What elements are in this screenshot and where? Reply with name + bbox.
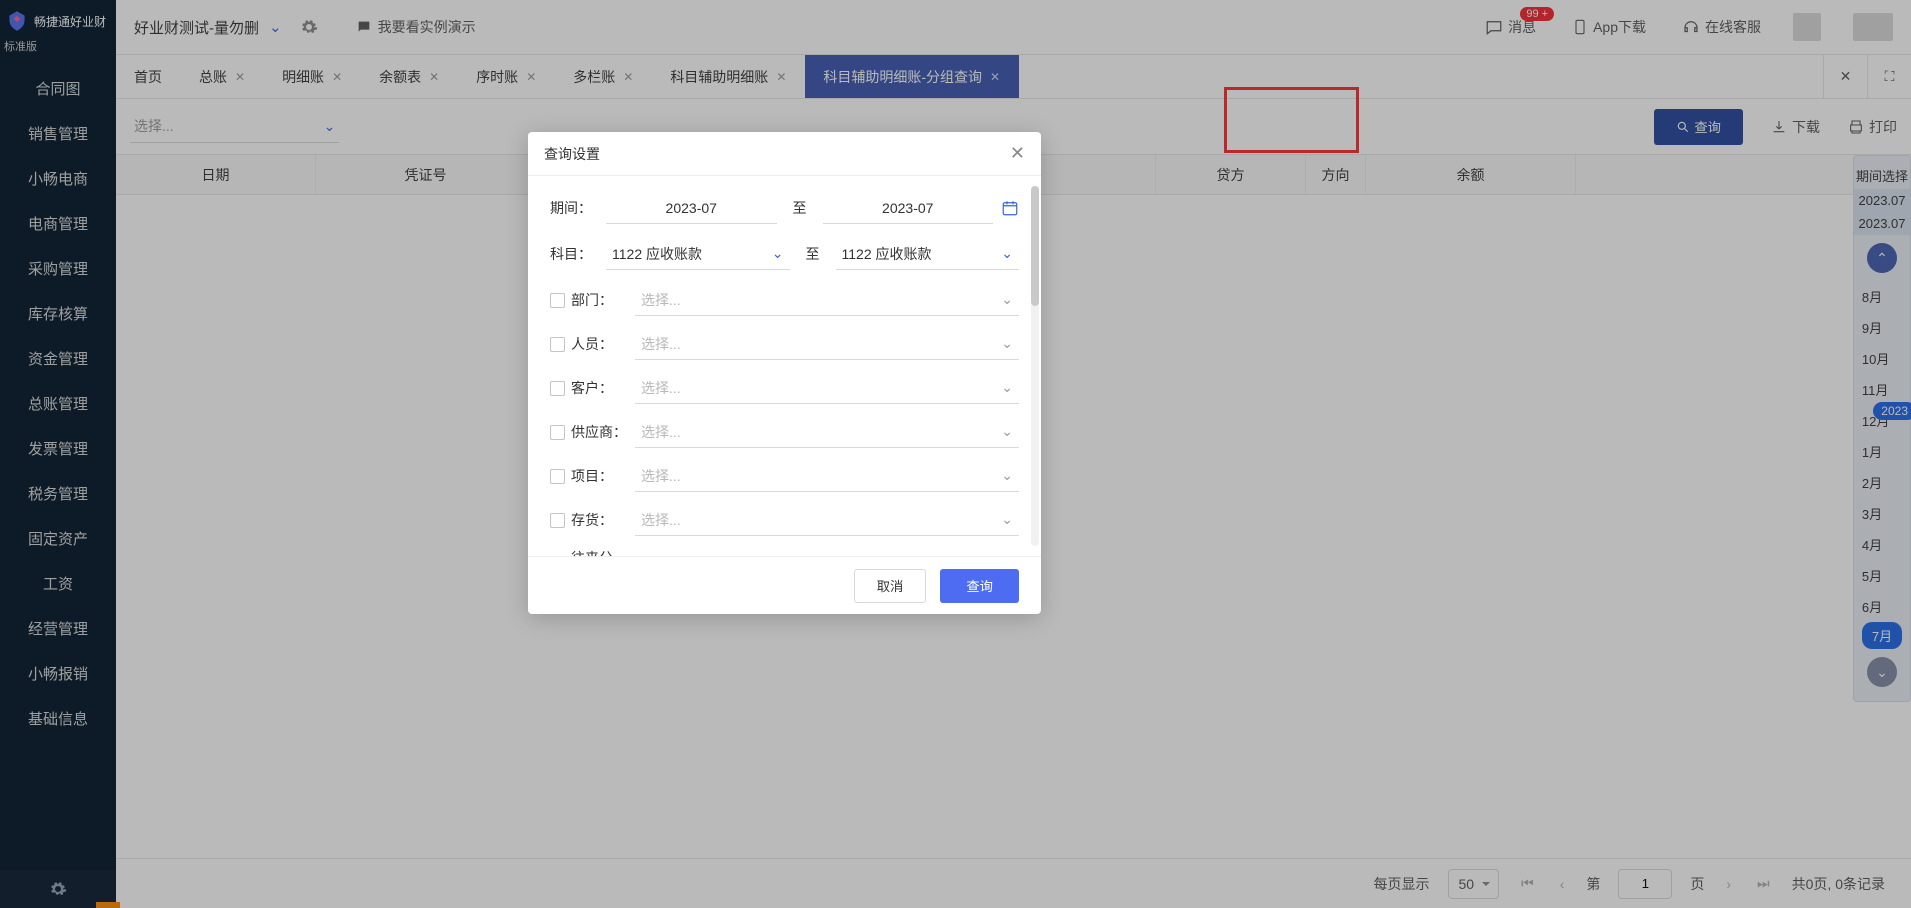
dialog-close-button[interactable]: ✕ (1010, 143, 1025, 164)
ok-button[interactable]: 查询 (940, 569, 1019, 603)
filter-select[interactable]: 选择...⌄ (635, 504, 1019, 536)
chevron-down-icon: ⌄ (1001, 291, 1013, 308)
filter-checkbox[interactable] (550, 381, 565, 396)
filter-label: 客户： (571, 378, 635, 398)
chevron-down-icon: ⌄ (766, 245, 790, 262)
filter-select[interactable]: 选择...⌄ (635, 372, 1019, 404)
period-to-label: 至 (785, 198, 815, 218)
filter-label: 人员： (571, 334, 635, 354)
subject-label: 科目： (550, 244, 598, 264)
period-to-input[interactable]: 2023-07 (823, 192, 994, 224)
chevron-down-icon: ⌄ (1001, 423, 1013, 440)
period-label: 期间： (550, 198, 598, 218)
filter-select[interactable]: 选择...⌄ (635, 416, 1019, 448)
chevron-down-icon: ⌄ (1001, 379, 1013, 396)
filter-label: 部门： (571, 290, 635, 310)
filter-checkbox[interactable] (550, 293, 565, 308)
chevron-down-icon: ⌄ (1001, 467, 1013, 484)
filter-label: 存货： (571, 510, 635, 530)
subject-to-select[interactable]: 1122 应收账款 ⌄ (836, 238, 1020, 270)
dialog-scroll-thumb[interactable] (1031, 186, 1039, 306)
chevron-down-icon: ⌄ (995, 245, 1019, 262)
cancel-button[interactable]: 取消 (854, 569, 927, 603)
filter-select[interactable]: 选择...⌄ (635, 328, 1019, 360)
chevron-down-icon: ⌄ (1001, 511, 1013, 528)
calendar-icon[interactable] (1001, 199, 1019, 217)
filter-label: 供应商： (571, 422, 635, 442)
subject-from-select[interactable]: 1122 应收账款 ⌄ (606, 238, 790, 270)
filter-checkbox[interactable] (550, 337, 565, 352)
filter-label: 项目： (571, 466, 635, 486)
filter-checkbox[interactable] (550, 513, 565, 528)
chevron-down-icon: ⌄ (1001, 335, 1013, 352)
filter-checkbox[interactable] (550, 425, 565, 440)
query-settings-dialog: 查询设置 ✕ 期间： 2023-07 至 2023-07 科目： 1122 应收… (528, 132, 1041, 614)
filter-select[interactable]: 选择...⌄ (635, 284, 1019, 316)
filter-label: 往来分类： (571, 548, 635, 556)
filter-select[interactable]: 选择...⌄ (635, 460, 1019, 492)
dialog-title: 查询设置 (544, 144, 600, 164)
filter-select[interactable]: 选择...⌄ (635, 552, 1019, 556)
filter-checkbox[interactable] (550, 469, 565, 484)
period-from-input[interactable]: 2023-07 (606, 192, 777, 224)
